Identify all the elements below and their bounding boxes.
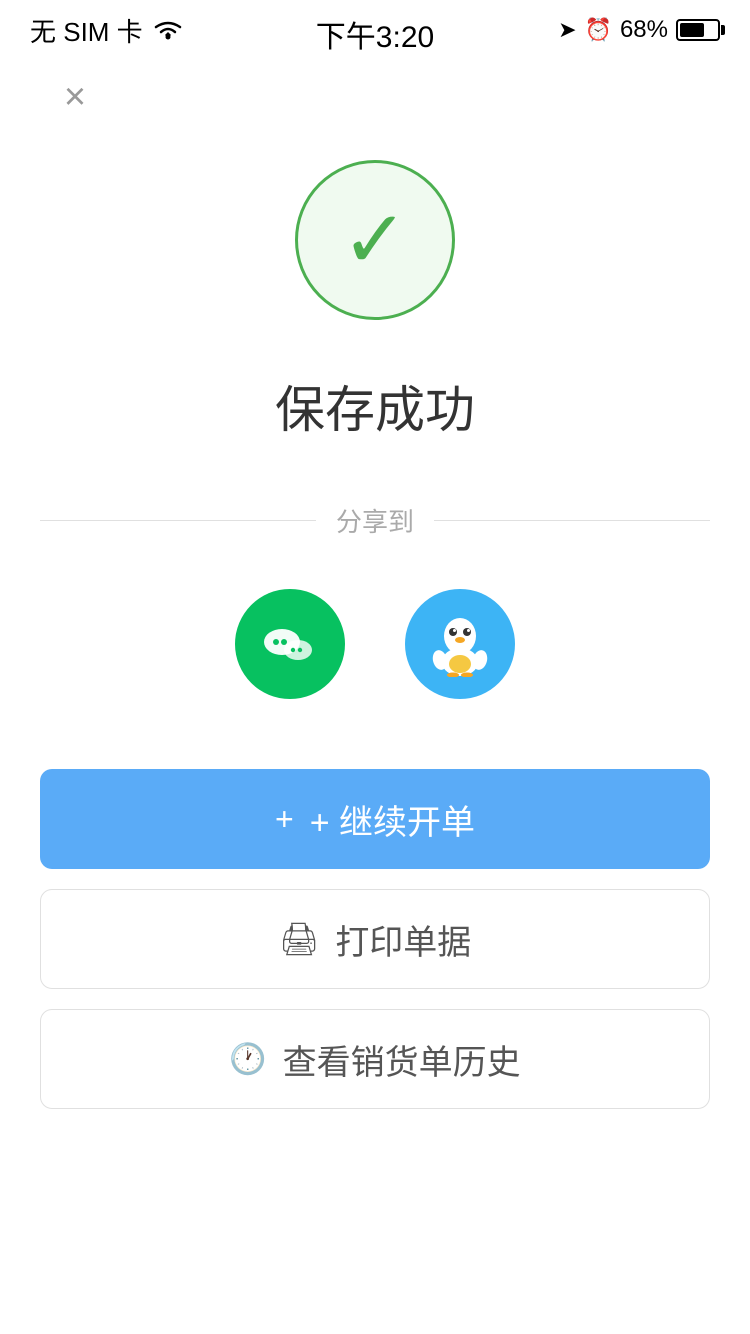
close-button[interactable]: × xyxy=(50,72,100,122)
history-icon: 🕐 xyxy=(229,1042,266,1077)
print-button[interactable]: 🖨 打印单据 xyxy=(40,889,710,989)
status-time: 下午3:20 xyxy=(316,12,434,56)
continue-label: + 继续开单 xyxy=(310,795,475,844)
qq-share-button[interactable] xyxy=(405,589,515,699)
share-label: 分享到 xyxy=(336,502,414,539)
share-divider: 分享到 xyxy=(40,502,710,539)
wechat-icon xyxy=(260,614,320,674)
wifi-icon xyxy=(153,19,183,41)
history-label: 查看销货单历史 xyxy=(283,1035,521,1084)
divider-left xyxy=(40,520,316,521)
continue-button[interactable]: + + 继续开单 xyxy=(40,769,710,869)
status-left: 无 SIM 卡 xyxy=(30,12,183,49)
alarm-icon: ⏰ xyxy=(585,17,612,43)
battery-percent: 68% xyxy=(620,16,668,44)
wechat-share-button[interactable] xyxy=(235,589,345,699)
close-icon: × xyxy=(64,78,86,116)
print-icon: 🖨 xyxy=(279,920,320,958)
checkmark-icon: ✓ xyxy=(341,200,408,280)
buttons-section: + + 继续开单 🖨 打印单据 🕐 查看销货单历史 xyxy=(40,769,710,1109)
main-content: ✓ 保存成功 分享到 xyxy=(0,60,750,1109)
status-bar: 无 SIM 卡 下午3:20 ➤ ⏰ 68% xyxy=(0,0,750,60)
share-icons-row xyxy=(235,589,515,699)
success-title: 保存成功 xyxy=(275,370,475,442)
plus-icon: + xyxy=(275,801,294,838)
qq-icon xyxy=(430,612,490,677)
success-circle: ✓ xyxy=(295,160,455,320)
battery-icon xyxy=(676,19,720,41)
no-sim-text: 无 SIM 卡 xyxy=(30,12,143,49)
status-right: ➤ ⏰ 68% xyxy=(558,16,720,44)
history-button[interactable]: 🕐 查看销货单历史 xyxy=(40,1009,710,1109)
print-label: 打印单据 xyxy=(335,915,471,964)
divider-right xyxy=(434,520,710,521)
location-icon: ➤ xyxy=(558,17,576,43)
